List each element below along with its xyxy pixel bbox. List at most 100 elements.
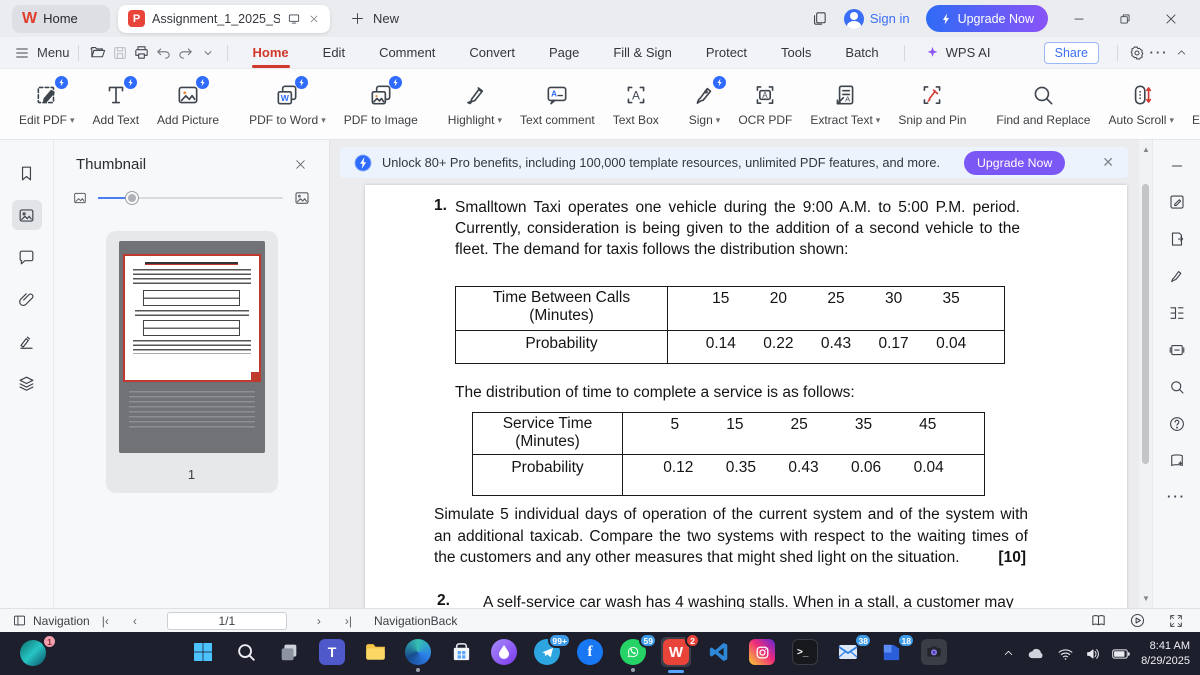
menu-tab-tools[interactable]: Tools: [764, 37, 828, 68]
save-icon[interactable]: [109, 42, 131, 64]
menu-tab-convert[interactable]: Convert: [452, 37, 532, 68]
menu-tab-comment[interactable]: Comment: [362, 37, 452, 68]
wifi-icon[interactable]: [1057, 647, 1074, 661]
purple-drop-app-icon[interactable]: [489, 637, 519, 667]
menu-tab-batch[interactable]: Batch: [828, 37, 895, 68]
settings-gear-icon[interactable]: [1126, 42, 1148, 64]
scrollbar-thumb[interactable]: [1142, 184, 1149, 464]
menu-tab-fill-sign[interactable]: Fill & Sign: [596, 37, 689, 68]
reflow-layout-icon[interactable]: [1168, 304, 1186, 322]
sign-tool-icon[interactable]: [1168, 267, 1186, 285]
undo-icon[interactable]: [153, 42, 175, 64]
attachments-panel-icon[interactable]: [12, 284, 42, 314]
menu-tab-home[interactable]: Home: [236, 37, 306, 68]
mail-icon[interactable]: 38: [833, 633, 872, 667]
upgrade-now-button[interactable]: Upgrade Now: [925, 5, 1048, 32]
terminal-icon[interactable]: >_: [790, 637, 820, 667]
highlight-button[interactable]: Highlight ▾: [439, 81, 511, 127]
sign-button[interactable]: Sign ▾: [680, 76, 730, 127]
banner-upgrade-button[interactable]: Upgrade Now: [964, 150, 1066, 175]
telegram-icon[interactable]: 99+: [532, 633, 571, 667]
open-file-icon[interactable]: [87, 42, 109, 64]
start-button[interactable]: [188, 637, 218, 667]
slider-track[interactable]: [98, 192, 283, 204]
text-box-button[interactable]: A Text Box: [604, 81, 668, 127]
onedrive-icon[interactable]: [1026, 647, 1046, 661]
camera-app-icon[interactable]: [919, 637, 949, 667]
ocr-pdf-button[interactable]: A OCR PDF: [729, 81, 801, 127]
add-picture-button[interactable]: Add Picture: [148, 76, 228, 127]
last-page-button[interactable]: ›|: [333, 614, 364, 628]
volume-icon[interactable]: [1085, 647, 1101, 661]
small-thumbnail-icon[interactable]: [72, 190, 88, 206]
wps-ai-button[interactable]: WPS AI: [913, 45, 1003, 60]
eye-protection-mode-button[interactable]: Eye Protection Mod: [1183, 81, 1200, 127]
menu-tab-edit[interactable]: Edit: [306, 37, 362, 68]
redo-icon[interactable]: [175, 42, 197, 64]
fullscreen-icon[interactable]: [1168, 613, 1184, 629]
restore-button[interactable]: [1110, 4, 1140, 34]
previous-page-button[interactable]: ‹: [121, 614, 149, 628]
task-view-icon[interactable]: [274, 637, 304, 667]
taskbar-search-icon[interactable]: [231, 637, 261, 667]
edge-browser-icon[interactable]: [403, 637, 433, 672]
new-tab-button[interactable]: New: [350, 11, 399, 26]
add-text-button[interactable]: Add Text: [84, 76, 148, 127]
navigation-toggle[interactable]: Navigation: [0, 613, 90, 628]
quick-access-caret-icon[interactable]: [197, 42, 219, 64]
navigation-back-label[interactable]: NavigationBack: [374, 614, 457, 628]
signature-panel-icon[interactable]: [12, 326, 42, 356]
minimize-button[interactable]: [1064, 4, 1094, 34]
close-window-button[interactable]: [1156, 4, 1186, 34]
next-page-button[interactable]: ›: [305, 614, 333, 628]
snip-and-pin-button[interactable]: Snip and Pin: [889, 81, 975, 127]
instagram-icon[interactable]: [747, 637, 777, 667]
page-thumbnail[interactable]: 1: [105, 231, 278, 493]
vscode-icon[interactable]: [704, 637, 734, 667]
close-tab-icon[interactable]: [308, 13, 320, 25]
present-monitor-icon[interactable]: [287, 12, 301, 26]
text-comment-button[interactable]: A Text comment: [511, 81, 604, 127]
export-document-icon[interactable]: [1168, 230, 1186, 248]
extract-text-button[interactable]: A Extract Text ▾: [801, 81, 889, 127]
page-indicator-input[interactable]: 1/1: [166, 611, 287, 630]
thumbnail-panel-icon[interactable]: [11, 200, 42, 230]
bookmarks-panel-icon[interactable]: [12, 158, 42, 188]
windows-stack-icon[interactable]: [811, 10, 828, 27]
read-mode-icon[interactable]: [1090, 612, 1107, 629]
thumbnail-zoom-slider[interactable]: [54, 179, 329, 217]
more-tools-icon[interactable]: ···: [1167, 489, 1186, 504]
tray-expand-icon[interactable]: [1002, 647, 1015, 660]
more-options-icon[interactable]: ···: [1148, 42, 1170, 64]
find-and-replace-button[interactable]: Find and Replace: [987, 81, 1099, 127]
vertical-scrollbar[interactable]: ▲ ▼: [1139, 140, 1152, 608]
battery-icon[interactable]: [1112, 648, 1130, 660]
print-icon[interactable]: [131, 42, 153, 64]
layers-panel-icon[interactable]: [12, 368, 42, 398]
large-thumbnail-icon[interactable]: [293, 189, 311, 207]
edit-tool-icon[interactable]: [1168, 193, 1186, 211]
facebook-icon[interactable]: f: [575, 637, 605, 667]
pdf-to-word-button[interactable]: W PDF to Word ▾: [240, 76, 335, 127]
tab-document[interactable]: P Assignment_1_2025_Simulatio: [118, 4, 330, 33]
slider-knob[interactable]: [126, 192, 138, 204]
share-button[interactable]: Share: [1043, 41, 1099, 64]
sign-in-button[interactable]: Sign in: [843, 8, 910, 29]
wps-office-icon[interactable]: W2: [661, 633, 700, 673]
system-clock[interactable]: 8:41 AM 8/29/2025: [1141, 639, 1190, 669]
collapse-rail-icon[interactable]: [1169, 158, 1185, 174]
file-explorer-icon[interactable]: [360, 637, 390, 667]
search-icon[interactable]: [1168, 378, 1186, 396]
first-page-button[interactable]: |‹: [90, 614, 121, 628]
screen-capture-icon[interactable]: [1168, 341, 1186, 359]
menu-tab-page[interactable]: Page: [532, 37, 596, 68]
help-icon[interactable]: [1168, 415, 1186, 433]
close-panel-icon[interactable]: [294, 158, 307, 171]
auto-scroll-button[interactable]: Auto Scroll ▾: [1099, 81, 1183, 127]
whatsapp-icon[interactable]: 59: [618, 633, 657, 672]
notification-app-icon[interactable]: 1: [18, 634, 57, 668]
auto-play-icon[interactable]: [1129, 612, 1146, 629]
blue-app-icon[interactable]: 18: [876, 633, 915, 667]
teams-icon[interactable]: T: [317, 637, 347, 667]
tab-wps-home[interactable]: W Home: [12, 4, 110, 33]
